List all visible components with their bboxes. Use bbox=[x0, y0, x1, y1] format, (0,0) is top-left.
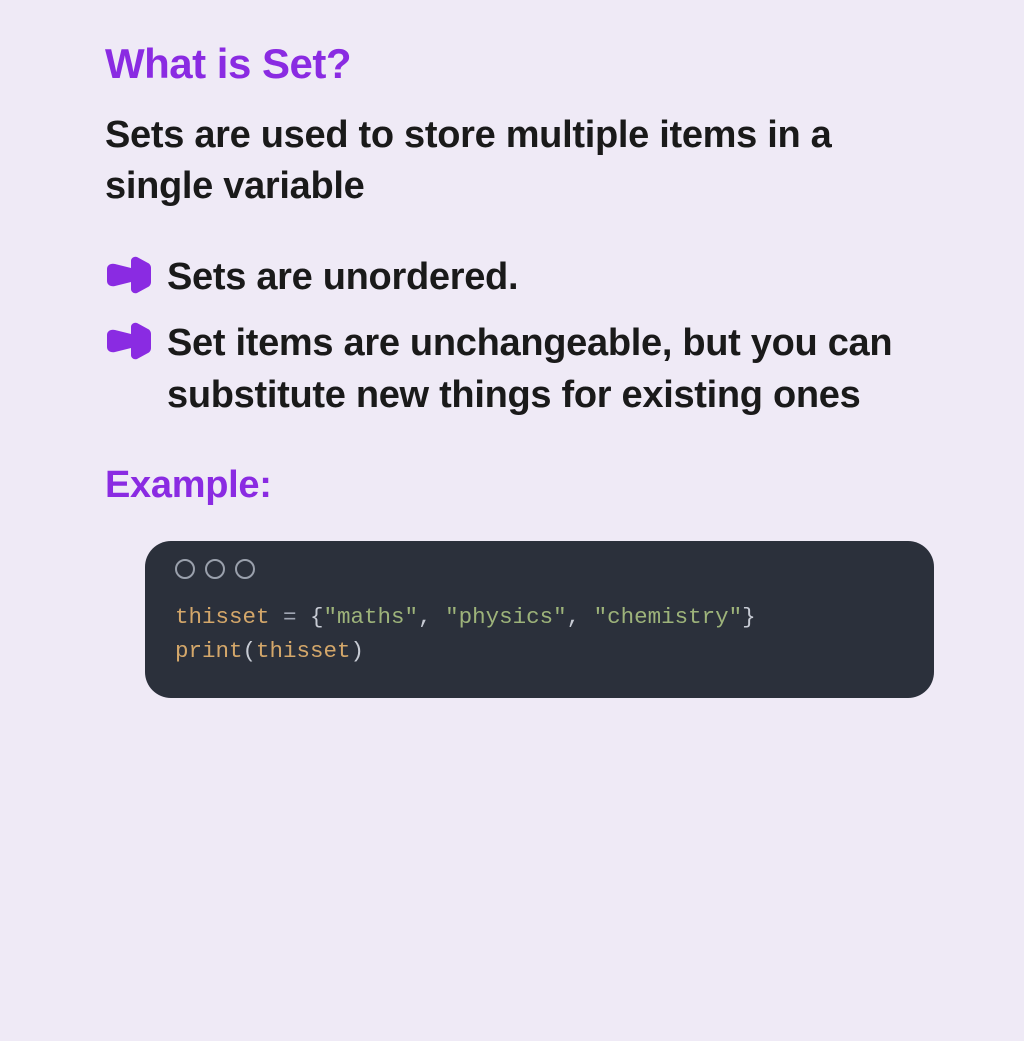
code-content: thisset = {"maths", "physics", "chemistr… bbox=[175, 601, 904, 669]
code-token-operator: = bbox=[270, 604, 311, 630]
code-token-paren: ) bbox=[351, 638, 365, 664]
window-dot-icon bbox=[175, 559, 195, 579]
code-token-string: "maths" bbox=[324, 604, 419, 630]
code-token-paren: ( bbox=[243, 638, 257, 664]
code-token-comma: , bbox=[567, 604, 594, 630]
section-heading: What is Set? bbox=[105, 40, 924, 88]
code-token-comma: , bbox=[418, 604, 445, 630]
intro-text: Sets are used to store multiple items in… bbox=[105, 110, 924, 213]
window-controls bbox=[175, 559, 904, 579]
code-token-variable: thisset bbox=[256, 638, 351, 664]
bullet-text: Set items are unchangeable, but you can … bbox=[167, 317, 924, 422]
code-token-brace: } bbox=[742, 604, 756, 630]
bullet-item: Set items are unchangeable, but you can … bbox=[105, 317, 924, 422]
code-token-variable: thisset bbox=[175, 604, 270, 630]
code-token-string: "physics" bbox=[445, 604, 567, 630]
code-token-brace: { bbox=[310, 604, 324, 630]
example-heading: Example: bbox=[105, 464, 924, 507]
code-block: thisset = {"maths", "physics", "chemistr… bbox=[145, 541, 934, 699]
pointing-hand-icon bbox=[105, 255, 151, 295]
code-token-string: "chemistry" bbox=[594, 604, 743, 630]
bullet-text: Sets are unordered. bbox=[167, 251, 518, 303]
code-token-function: print bbox=[175, 638, 243, 664]
window-dot-icon bbox=[205, 559, 225, 579]
pointing-hand-icon bbox=[105, 321, 151, 361]
bullet-list: Sets are unordered. Set items are unchan… bbox=[105, 251, 924, 422]
window-dot-icon bbox=[235, 559, 255, 579]
bullet-item: Sets are unordered. bbox=[105, 251, 924, 303]
